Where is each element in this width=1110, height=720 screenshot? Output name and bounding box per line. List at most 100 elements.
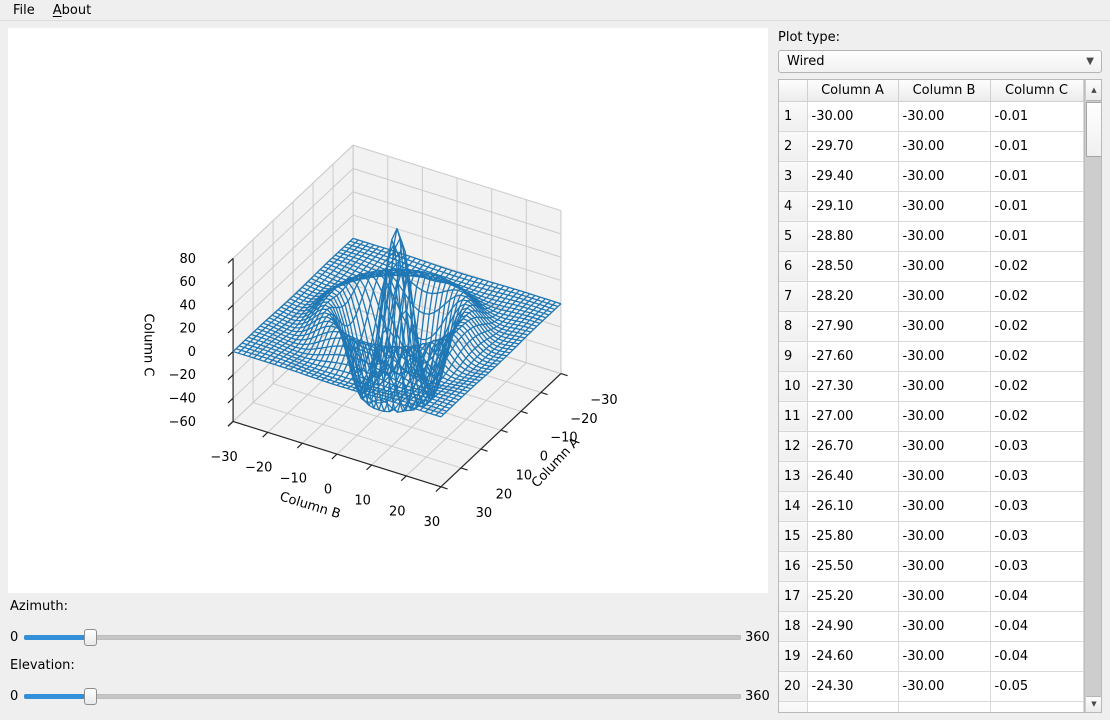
table-cell[interactable]: -24.90	[807, 611, 898, 641]
table-scrollbar[interactable]: ▲ ▼	[1084, 80, 1101, 712]
scroll-up-icon[interactable]: ▲	[1086, 80, 1102, 101]
plot-type-select[interactable]: Wired ▼	[778, 50, 1102, 73]
row-number-cell[interactable]: 11	[779, 401, 807, 431]
row-number-cell[interactable]: 14	[779, 491, 807, 521]
table-cell[interactable]: -0.01	[990, 161, 1083, 191]
table-cell[interactable]: -29.10	[807, 191, 898, 221]
table-cell[interactable]: -29.70	[807, 131, 898, 161]
scroll-thumb[interactable]	[1086, 102, 1102, 157]
table-cell[interactable]: -0.03	[990, 461, 1083, 491]
table-cell[interactable]: -27.60	[807, 341, 898, 371]
table-cell[interactable]: -0.03	[990, 521, 1083, 551]
table-cell[interactable]: -0.02	[990, 251, 1083, 281]
table-cell[interactable]: -24.30	[807, 671, 898, 701]
row-number-cell[interactable]: 17	[779, 581, 807, 611]
table-cell[interactable]: -0.01	[990, 191, 1083, 221]
table-cell[interactable]: -24.60	[807, 641, 898, 671]
row-number-cell[interactable]: 2	[779, 131, 807, 161]
table-cell[interactable]	[990, 701, 1083, 713]
table-cell[interactable]: -30.00	[898, 641, 990, 671]
table-cell[interactable]: -28.50	[807, 251, 898, 281]
elevation-slider-fill[interactable]	[24, 694, 90, 699]
table-cell[interactable]	[807, 701, 898, 713]
table-cell[interactable]: -30.00	[898, 611, 990, 641]
table-cell[interactable]: -30.00	[898, 131, 990, 161]
row-number-cell[interactable]	[779, 701, 807, 713]
row-number-cell[interactable]: 1	[779, 101, 807, 131]
elevation-slider-handle[interactable]	[84, 688, 97, 705]
row-number-cell[interactable]: 5	[779, 221, 807, 251]
row-number-cell[interactable]: 9	[779, 341, 807, 371]
table-cell[interactable]: -30.00	[898, 581, 990, 611]
table-cell[interactable]: -30.00	[898, 491, 990, 521]
table-cell[interactable]: -30.00	[898, 251, 990, 281]
table-cell[interactable]: -27.90	[807, 311, 898, 341]
table-cell[interactable]: -0.02	[990, 311, 1083, 341]
table-cell[interactable]: -0.01	[990, 101, 1083, 131]
table-cell[interactable]: -0.03	[990, 431, 1083, 461]
table-cell[interactable]: -25.20	[807, 581, 898, 611]
table-cell[interactable]: -30.00	[898, 431, 990, 461]
table-cell[interactable]: -30.00	[898, 671, 990, 701]
scroll-down-icon[interactable]: ▼	[1086, 696, 1102, 712]
table-cell[interactable]: -26.70	[807, 431, 898, 461]
table-cell[interactable]: -30.00	[898, 461, 990, 491]
row-number-cell[interactable]: 7	[779, 281, 807, 311]
table-cell[interactable]: -0.05	[990, 671, 1083, 701]
table-cell[interactable]: -0.02	[990, 341, 1083, 371]
table-cell[interactable]: -0.03	[990, 551, 1083, 581]
table-cell[interactable]: -0.04	[990, 611, 1083, 641]
row-number-cell[interactable]: 8	[779, 311, 807, 341]
table-cell[interactable]: -30.00	[898, 191, 990, 221]
elevation-slider-track[interactable]	[24, 694, 741, 699]
table-cell[interactable]: -30.00	[898, 401, 990, 431]
table-cell[interactable]: -0.02	[990, 371, 1083, 401]
table-cell[interactable]: -27.00	[807, 401, 898, 431]
col-header-b[interactable]: Column B	[898, 80, 990, 101]
table-cell[interactable]: -28.20	[807, 281, 898, 311]
table-cell[interactable]: -29.40	[807, 161, 898, 191]
table-cell[interactable]: -0.01	[990, 221, 1083, 251]
table-cell[interactable]: -30.00	[898, 161, 990, 191]
table-cell[interactable]: -27.30	[807, 371, 898, 401]
table-cell[interactable]: -0.04	[990, 641, 1083, 671]
row-number-cell[interactable]: 6	[779, 251, 807, 281]
table-cell[interactable]: -30.00	[898, 341, 990, 371]
table-cell[interactable]: -0.04	[990, 581, 1083, 611]
table-cell[interactable]: -30.00	[898, 221, 990, 251]
table-cell[interactable]: -30.00	[898, 101, 990, 131]
table-cell[interactable]: -30.00	[898, 281, 990, 311]
row-number-cell[interactable]: 19	[779, 641, 807, 671]
table-cell[interactable]: -0.01	[990, 131, 1083, 161]
row-number-cell[interactable]: 3	[779, 161, 807, 191]
row-number-cell[interactable]: 20	[779, 671, 807, 701]
row-number-cell[interactable]: 16	[779, 551, 807, 581]
col-header-a[interactable]: Column A	[807, 80, 898, 101]
table-cell[interactable]: -30.00	[898, 521, 990, 551]
menu-item-about[interactable]: About	[44, 2, 100, 19]
row-number-cell[interactable]: 15	[779, 521, 807, 551]
table-cell[interactable]: -28.80	[807, 221, 898, 251]
azimuth-slider-fill[interactable]	[24, 635, 90, 640]
table-cell[interactable]: -0.03	[990, 491, 1083, 521]
col-header-c[interactable]: Column C	[990, 80, 1083, 101]
menu-item-file[interactable]: File	[4, 2, 44, 19]
table-cell[interactable]: -30.00	[898, 371, 990, 401]
table-cell[interactable]: -30.00	[898, 551, 990, 581]
table-cell[interactable]	[898, 701, 990, 713]
azimuth-slider-track[interactable]	[24, 635, 741, 640]
row-number-cell[interactable]: 18	[779, 611, 807, 641]
table-cell[interactable]: -26.40	[807, 461, 898, 491]
table-cell[interactable]: -25.80	[807, 521, 898, 551]
table-cell[interactable]: -25.50	[807, 551, 898, 581]
row-number-cell[interactable]: 4	[779, 191, 807, 221]
table-corner-cell[interactable]	[779, 80, 807, 101]
table-cell[interactable]: -0.02	[990, 281, 1083, 311]
row-number-cell[interactable]: 13	[779, 461, 807, 491]
table-cell[interactable]: -26.10	[807, 491, 898, 521]
azimuth-slider-handle[interactable]	[84, 629, 97, 646]
row-number-cell[interactable]: 10	[779, 371, 807, 401]
plot-canvas[interactable]	[8, 28, 768, 593]
table-cell[interactable]: -30.00	[807, 101, 898, 131]
row-number-cell[interactable]: 12	[779, 431, 807, 461]
